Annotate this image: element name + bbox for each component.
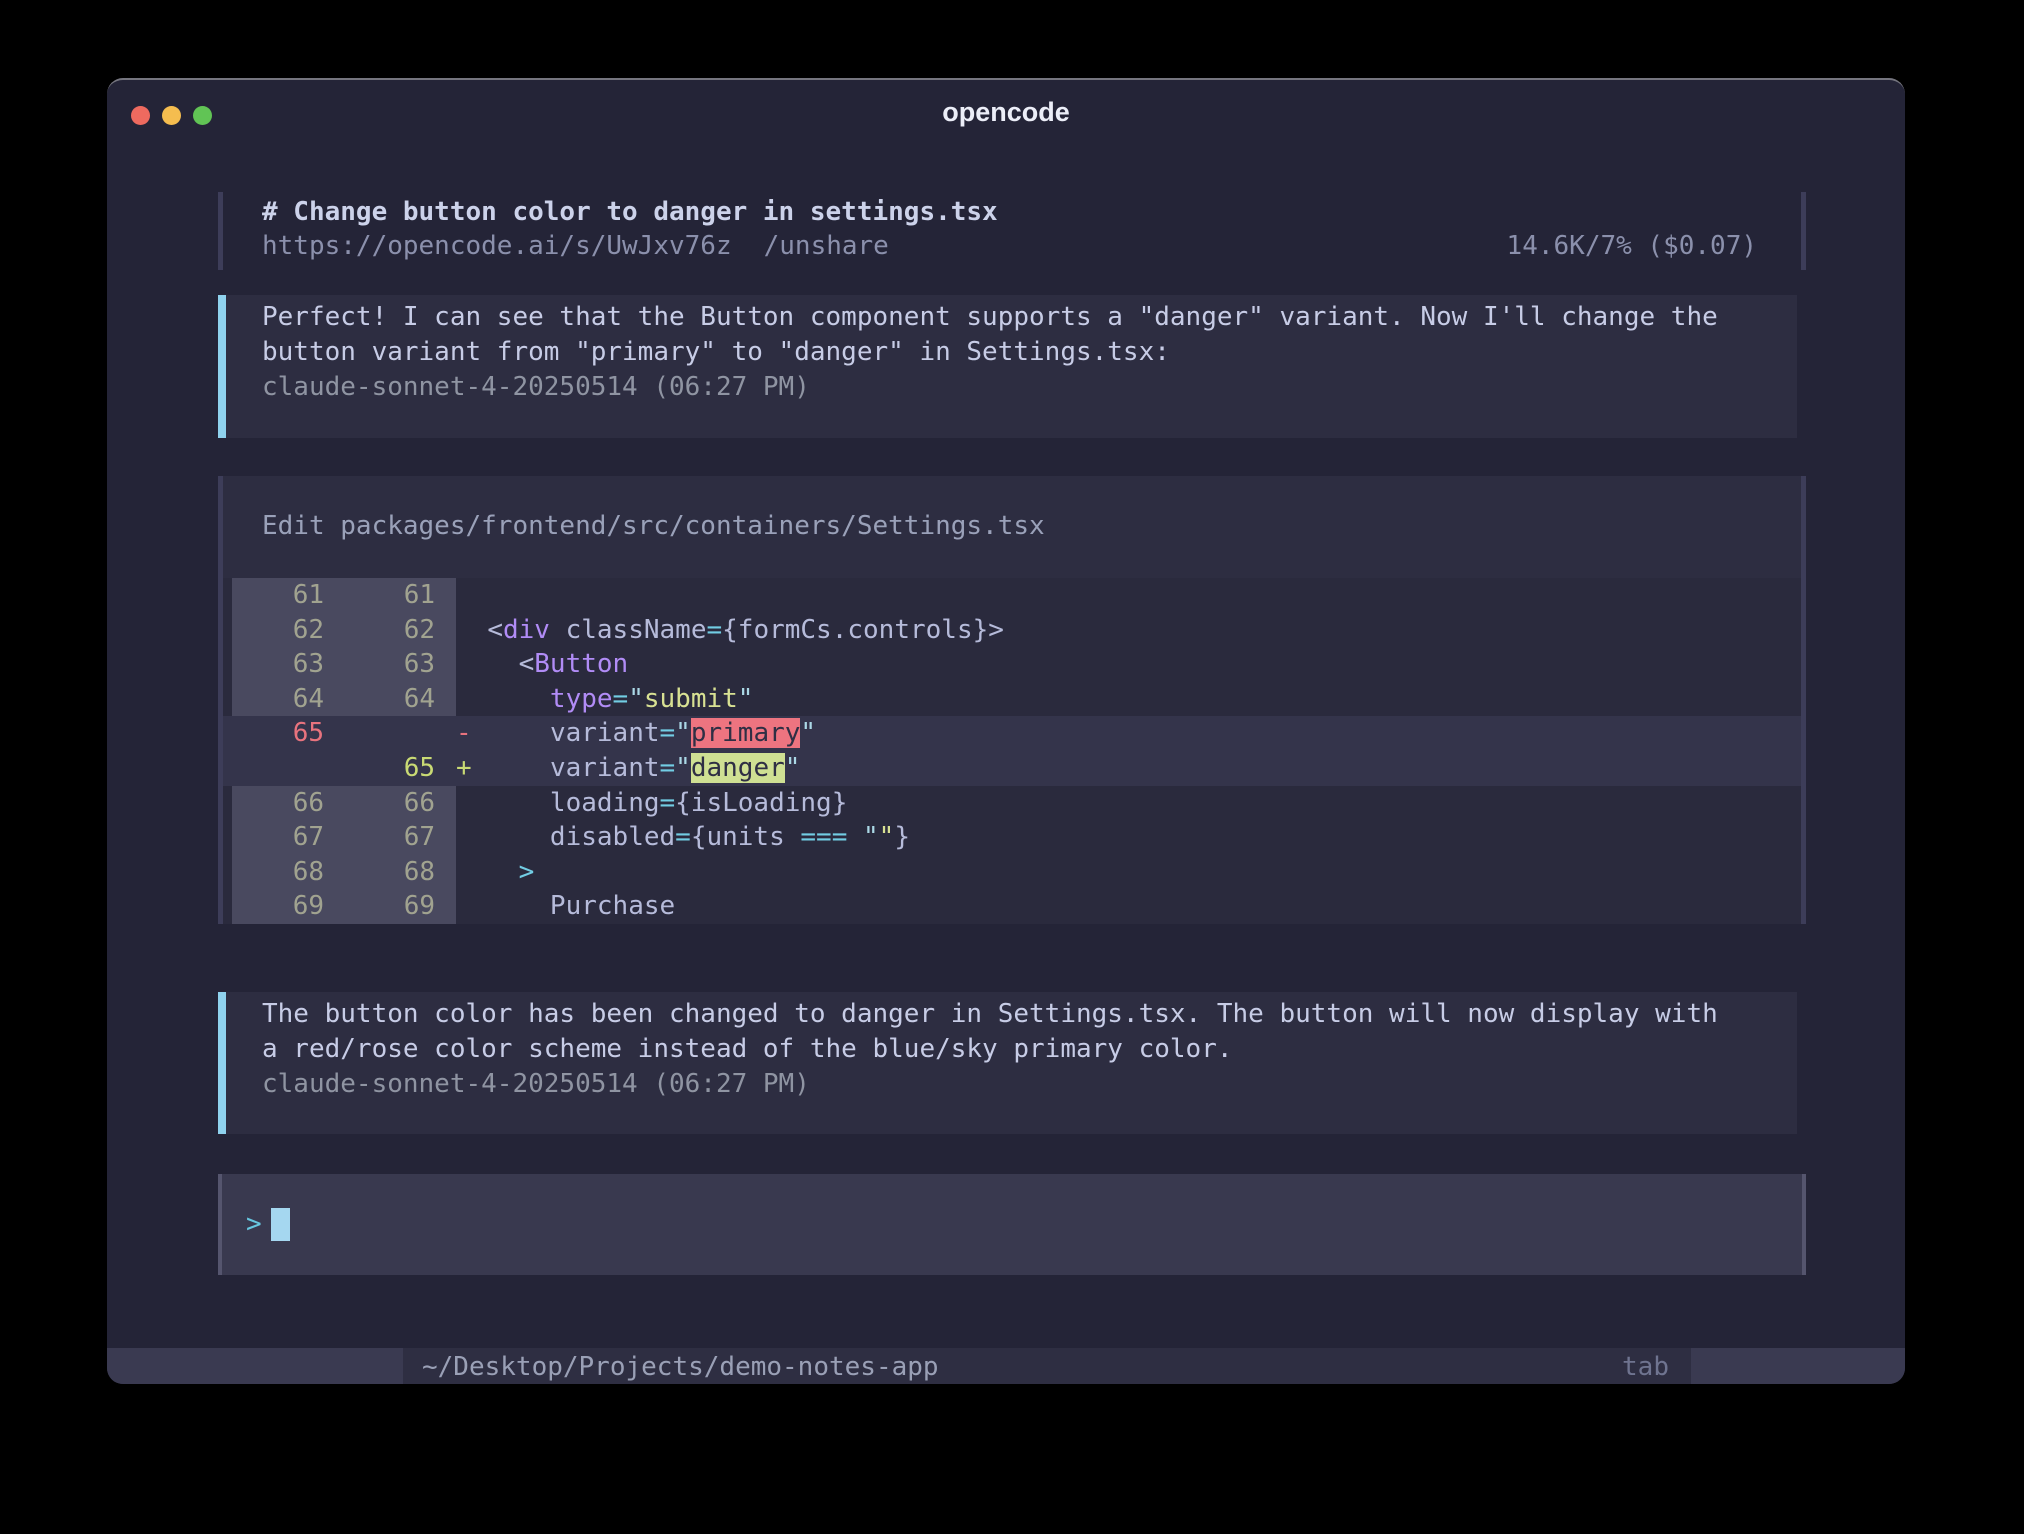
tab-key-hint: tab [1622,1352,1669,1382]
status-bar: opencode v0.3.11 ~/Desktop/Projects/demo… [107,1348,1905,1384]
old-line-number: 65 [232,716,336,751]
app-version-chip: opencode v0.3.11 [107,1348,403,1384]
new-line-number: 64 [336,682,456,717]
diff-row-context: 6464 type="submit" [223,682,1801,717]
new-line-number: 68 [336,855,456,890]
new-line-number: 67 [336,820,456,855]
assistant-message: Perfect! I can see that the Button compo… [218,295,1797,438]
session-header: # Change button color to danger in setti… [218,192,1806,270]
message-line: Perfect! I can see that the Button compo… [262,300,1777,335]
model-timestamp: claude-sonnet-4-20250514 (06:27 PM) [262,1067,1777,1102]
new-line-number: 65 [336,751,456,786]
old-line-number [232,751,336,786]
prompt-symbol: > [246,1207,262,1242]
prompt-input[interactable]: > [218,1174,1806,1275]
diff-row-removed: 65 - variant="primary" [223,716,1801,751]
diff-code-line: disabled={units === ""} [456,820,910,855]
diff-row-context: 6868 > [223,855,1801,890]
new-line-number [336,716,456,751]
diff-row-context: 6363 <Button [223,647,1801,682]
session-title: # Change button color to danger in setti… [262,195,1757,229]
old-line-number: 63 [232,647,336,682]
edit-tool-block: Edit packages/frontend/src/containers/Se… [218,476,1806,924]
message-line: button variant from "primary" to "danger… [262,335,1777,370]
old-line-number: 69 [232,889,336,924]
new-line-number: 62 [336,613,456,648]
opencode-window: opencode # Change button color to danger… [107,78,1905,1384]
diff-code-line: - variant="primary" [456,716,816,751]
working-directory: ~/Desktop/Projects/demo-notes-app [422,1352,939,1382]
diff-row-context: 6969 Purchase [223,889,1801,924]
model-timestamp: claude-sonnet-4-20250514 (06:27 PM) [262,370,1777,405]
assistant-message: The button color has been changed to dan… [218,992,1797,1134]
diff-row-context: 6767 disabled={units === ""} [223,820,1801,855]
old-line-number: 61 [232,578,336,613]
diff-row-context: 6262 <div className={formCs.controls}> [223,613,1801,648]
old-line-number: 62 [232,613,336,648]
diff-code-line: type="submit" [456,682,753,717]
diff-code-line: Purchase [456,889,675,924]
diff-code-line: <Button [456,647,628,682]
window-title: opencode [107,97,1905,128]
mode-chip[interactable]: BUILD MODE [1691,1348,1905,1384]
diff-code-line: > [456,855,534,890]
text-cursor [271,1208,290,1241]
unshare-command: /unshare [764,229,889,263]
old-line-number: 68 [232,855,336,890]
old-line-number: 66 [232,786,336,821]
new-line-number: 66 [336,786,456,821]
new-line-number: 63 [336,647,456,682]
edit-tool-title: Edit packages/frontend/src/containers/Se… [223,476,1801,544]
diff-code-line: loading={isLoading} [456,786,847,821]
old-line-number: 64 [232,682,336,717]
share-url: https://opencode.ai/s/UwJxv76z [262,229,732,263]
context-usage: 14.6K/7% ($0.07) [1507,229,1757,263]
old-line-number: 67 [232,820,336,855]
diff-row-added: 65+ variant="danger" [223,751,1801,786]
diff-row-context: 6161 [223,578,1801,613]
new-line-number: 69 [336,889,456,924]
diff-code-line: + variant="danger" [456,751,800,786]
message-line: The button color has been changed to dan… [262,997,1777,1032]
diff-row-context: 6666 loading={isLoading} [223,786,1801,821]
code-diff: 61616262 <div className={formCs.controls… [223,578,1801,924]
diff-code-line: <div className={formCs.controls}> [456,613,1004,648]
titlebar: opencode [107,80,1905,142]
new-line-number: 61 [336,578,456,613]
message-line: a red/rose color scheme instead of the b… [262,1032,1777,1067]
